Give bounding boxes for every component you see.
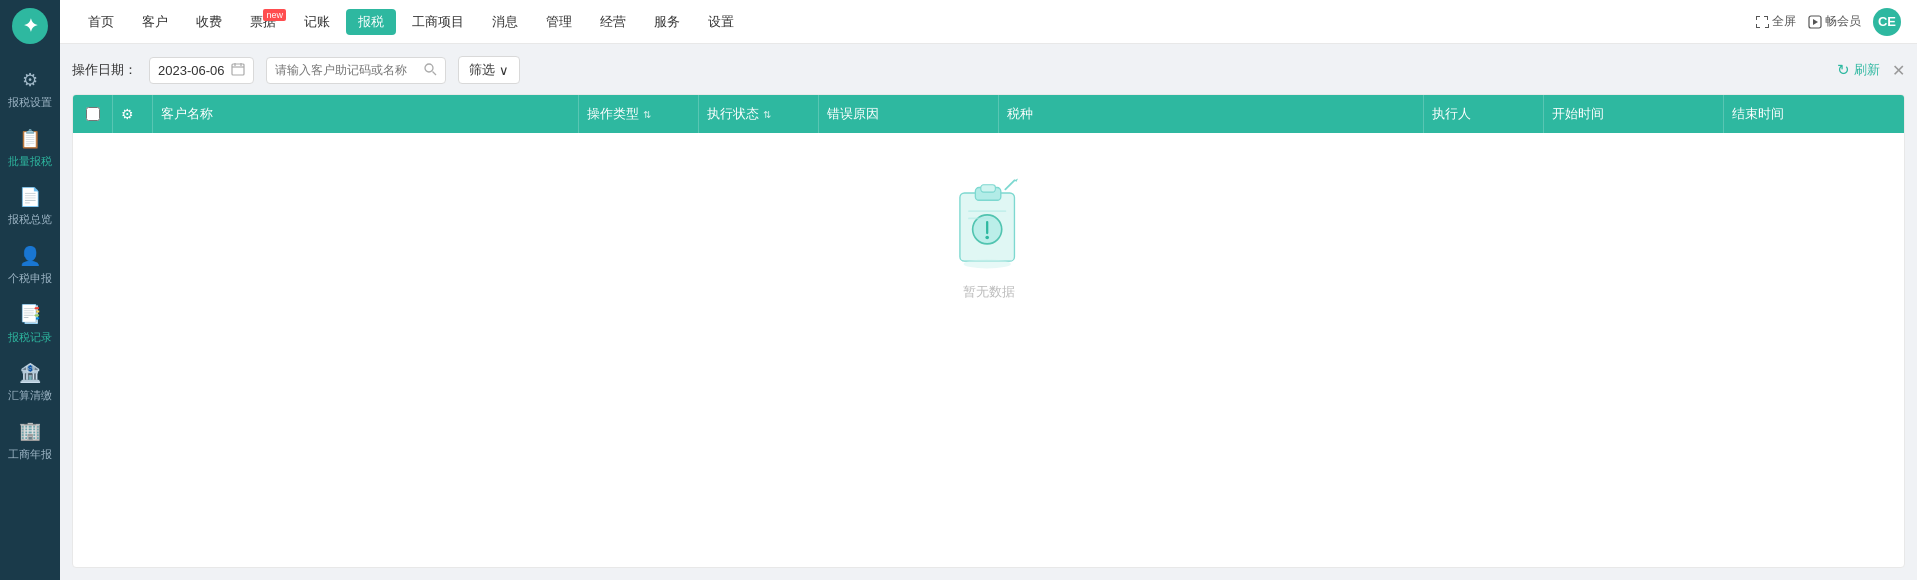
empty-text: 暂无数据 — [963, 283, 1015, 301]
th-customer-name: 客户名称 — [153, 95, 579, 133]
new-badge: new — [263, 9, 286, 21]
svg-rect-2 — [232, 64, 244, 75]
nav-items: 首页 客户 收费 票据 new 记账 报税 工商项目 消息 管理 经营 服务 设… — [76, 9, 1755, 35]
personal-tax-icon: 👤 — [19, 244, 41, 269]
empty-illustration — [939, 173, 1039, 273]
select-all-checkbox[interactable] — [86, 107, 100, 121]
nav-jingying[interactable]: 经营 — [588, 9, 638, 35]
fullscreen-button[interactable]: 全屏 — [1755, 13, 1796, 30]
nav-guanli[interactable]: 管理 — [534, 9, 584, 35]
th-end-time: 结束时间 — [1724, 95, 1904, 133]
sidebar-item-piliang-baoshui[interactable]: 📋 批量报税 — [0, 119, 60, 178]
th-checkbox[interactable] — [73, 95, 113, 133]
empty-state: 暂无数据 — [73, 133, 1904, 341]
search-input[interactable] — [275, 63, 419, 77]
sort-icon-operation: ⇅ — [643, 109, 651, 120]
nav-shoufei[interactable]: 收费 — [184, 9, 234, 35]
table-header: ⚙ 客户名称 操作类型 ⇅ 执行状态 ⇅ 错误原因 税种 — [73, 95, 1904, 133]
gear-icon: ⚙ — [121, 106, 134, 122]
settlement-icon: 🏦 — [19, 361, 41, 386]
data-table: ⚙ 客户名称 操作类型 ⇅ 执行状态 ⇅ 错误原因 税种 — [72, 94, 1905, 568]
th-exec-status[interactable]: 执行状态 ⇅ — [699, 95, 819, 133]
overview-icon: 📄 — [19, 185, 41, 210]
sidebar: ✦ ⚙ 报税设置 📋 批量报税 📄 报税总览 👤 个税申报 📑 报税记录 🏦 汇… — [0, 0, 60, 580]
sidebar-item-huisuan-jiaona[interactable]: 🏦 汇算清缴 — [0, 353, 60, 412]
chevron-down-icon: ∨ — [499, 63, 509, 78]
member-button[interactable]: 畅会员 — [1808, 13, 1861, 30]
nav-shezhi[interactable]: 设置 — [696, 9, 746, 35]
sidebar-item-baoshui-jilu[interactable]: 📑 报税记录 — [0, 294, 60, 353]
avatar[interactable]: CE — [1873, 8, 1901, 36]
svg-point-13 — [985, 236, 989, 240]
sidebar-logo: ✦ — [12, 8, 48, 44]
svg-marker-15 — [1014, 178, 1018, 182]
search-icon — [423, 62, 437, 79]
main-content: 首页 客户 收费 票据 new 记账 报税 工商项目 消息 管理 经营 服务 设… — [60, 0, 1917, 580]
th-error-reason: 错误原因 — [819, 95, 999, 133]
fullscreen-icon — [1755, 15, 1769, 29]
sidebar-item-baoshui-zonlan[interactable]: 📄 报税总览 — [0, 177, 60, 236]
date-picker[interactable]: 2023-06-06 — [149, 57, 254, 84]
nav-fuwu[interactable]: 服务 — [642, 9, 692, 35]
page-content: 操作日期： 2023-06-06 — [60, 44, 1917, 580]
calendar-icon — [231, 62, 245, 79]
toolbar: 操作日期： 2023-06-06 — [72, 56, 1905, 84]
nav-baoshui[interactable]: 报税 — [346, 9, 396, 35]
annual-report-icon: 🏢 — [19, 419, 41, 444]
nav-shouye[interactable]: 首页 — [76, 9, 126, 35]
sidebar-item-geshui-shenbao[interactable]: 👤 个税申报 — [0, 236, 60, 295]
sidebar-item-baoshui-shezhi[interactable]: ⚙ 报税设置 — [0, 60, 60, 119]
svg-line-14 — [1005, 180, 1014, 189]
batch-tax-icon: 📋 — [19, 127, 41, 152]
nav-jizhang[interactable]: 记账 — [292, 9, 342, 35]
settings-icon: ⚙ — [22, 68, 38, 93]
svg-marker-1 — [1813, 19, 1818, 25]
topnav-right: 全屏 畅会员 CE — [1755, 8, 1901, 36]
svg-rect-10 — [980, 185, 995, 192]
refresh-button[interactable]: ↻ 刷新 — [1837, 61, 1880, 79]
nav-piaojv[interactable]: 票据 new — [238, 9, 288, 35]
nav-gongshang-xiangmu[interactable]: 工商项目 — [400, 9, 476, 35]
date-label: 操作日期： — [72, 61, 137, 79]
th-executor: 执行人 — [1424, 95, 1544, 133]
nav-kehu[interactable]: 客户 — [130, 9, 180, 35]
sort-icon-status: ⇅ — [763, 109, 771, 120]
nav-xiaoxi[interactable]: 消息 — [480, 9, 530, 35]
svg-point-18 — [963, 259, 1010, 268]
svg-point-6 — [425, 64, 433, 72]
play-icon — [1808, 15, 1822, 29]
th-start-time: 开始时间 — [1544, 95, 1724, 133]
top-navigation: 首页 客户 收费 票据 new 记账 报税 工商项目 消息 管理 经营 服务 设… — [60, 0, 1917, 44]
close-button[interactable]: ✕ — [1892, 61, 1905, 80]
svg-line-7 — [432, 71, 436, 75]
th-operation-type[interactable]: 操作类型 ⇅ — [579, 95, 699, 133]
table-body: 暂无数据 — [73, 133, 1904, 565]
sidebar-item-gongshang-nianbao[interactable]: 🏢 工商年报 — [0, 411, 60, 470]
search-box[interactable] — [266, 57, 446, 84]
th-settings: ⚙ — [113, 95, 153, 133]
records-icon: 📑 — [19, 302, 41, 327]
th-tax-type: 税种 — [999, 95, 1425, 133]
filter-button[interactable]: 筛选 ∨ — [458, 56, 520, 84]
refresh-icon: ↻ — [1837, 61, 1850, 79]
